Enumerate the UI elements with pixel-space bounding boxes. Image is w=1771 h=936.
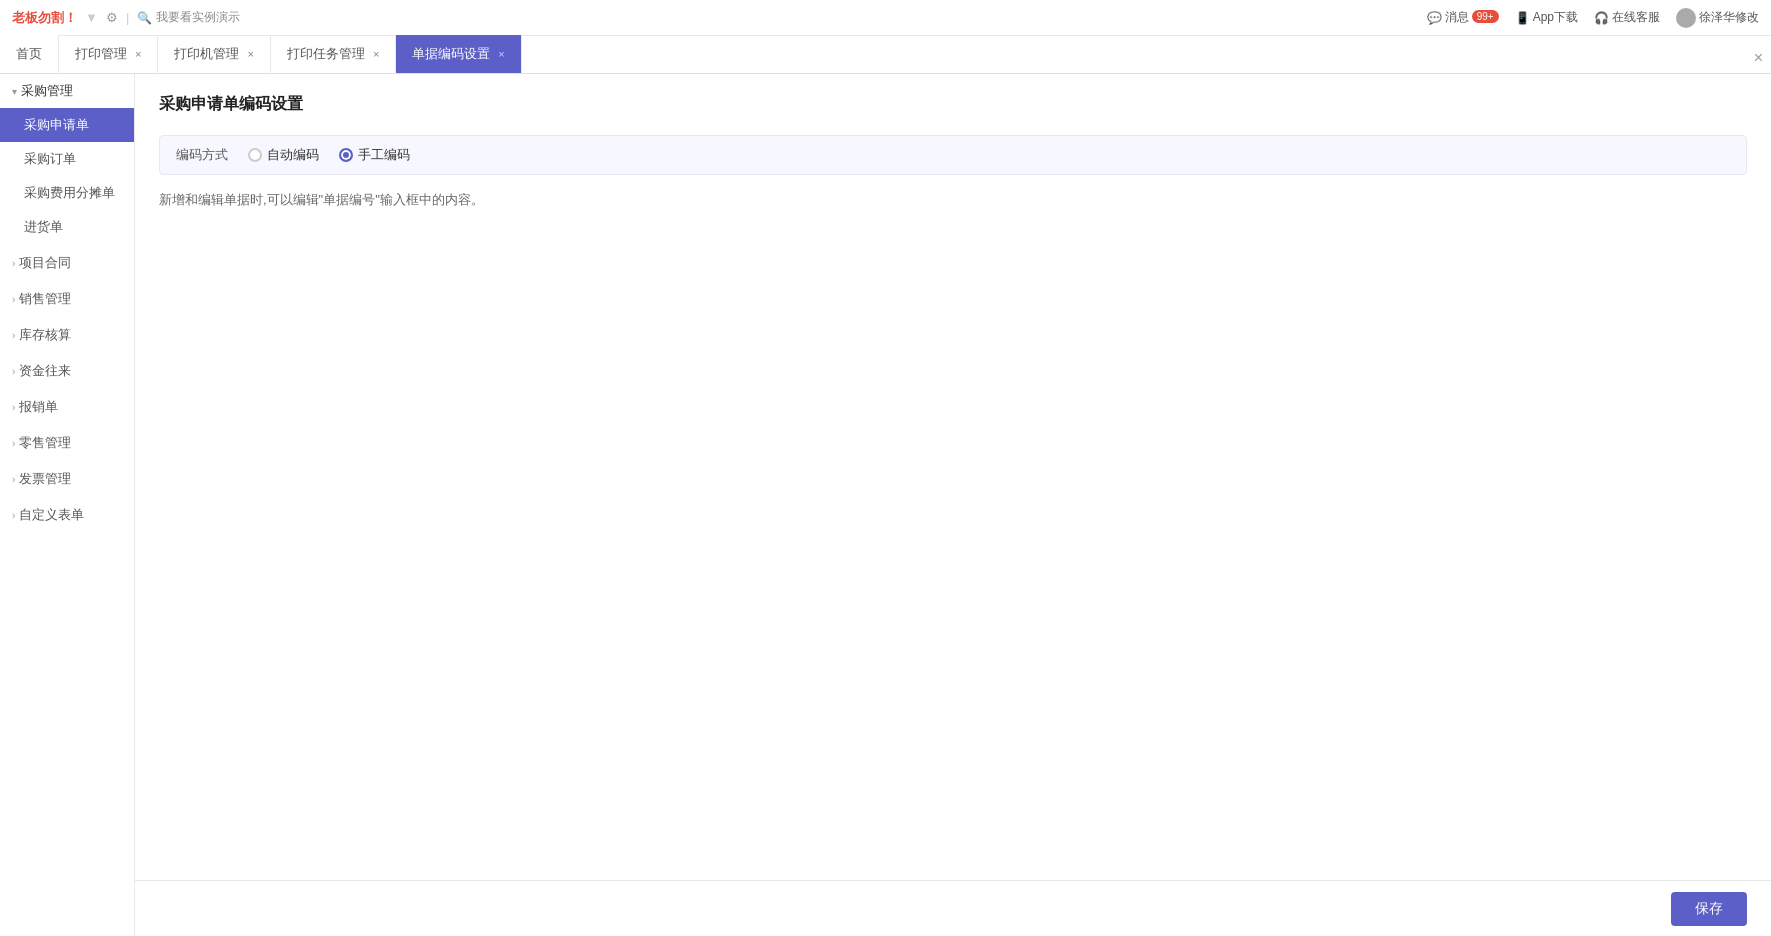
tab-print-task-mgmt[interactable]: 打印任务管理 × (271, 35, 396, 73)
manual-code-label: 手工编码 (358, 146, 410, 164)
tab-print-task-mgmt-label: 打印任务管理 (287, 45, 365, 63)
auto-code-option[interactable]: 自动编码 (248, 146, 319, 164)
sidebar-item-purchase-order-label: 采购订单 (24, 151, 76, 166)
tab-printer-mgmt[interactable]: 打印机管理 × (158, 35, 270, 73)
sidebar-group-project: › 项目合同 (0, 246, 134, 280)
tab-printer-mgmt-label: 打印机管理 (174, 45, 239, 63)
finance-collapse-icon: › (12, 366, 15, 377)
sidebar-group-invoice: › 发票管理 (0, 462, 134, 496)
tab-barcode-setting-label: 单据编码设置 (412, 45, 490, 63)
sidebar-group-reimbursement-label: 报销单 (19, 398, 58, 416)
tab-close-printer-mgmt[interactable]: × (247, 48, 253, 60)
reimbursement-collapse-icon: › (12, 402, 15, 413)
sidebar-item-purchase-request[interactable]: 采购申请单 (0, 108, 134, 142)
page-title: 采购申请单编码设置 (159, 94, 1747, 115)
content-inner: 采购申请单编码设置 编码方式 自动编码 手工编码 新增和编辑单据时,可以编辑"单… (135, 74, 1771, 880)
app-download-item[interactable]: 📱 App下载 (1515, 9, 1578, 26)
sidebar-group-retail: › 零售管理 (0, 426, 134, 460)
sidebar-item-purchase-request-label: 采购申请单 (24, 117, 89, 132)
sidebar-group-sales-header[interactable]: › 销售管理 (0, 282, 134, 316)
coding-method-label: 编码方式 (176, 146, 228, 164)
sidebar-item-purchase-receipt[interactable]: 进货单 (0, 210, 134, 244)
sidebar-group-sales-label: 销售管理 (19, 290, 71, 308)
search-icon: 🔍 (137, 11, 152, 25)
search-text: 我要看实例演示 (156, 9, 240, 26)
sidebar-group-project-label: 项目合同 (19, 254, 71, 272)
divider2: | (126, 10, 129, 25)
tab-print-mgmt-label: 打印管理 (75, 45, 127, 63)
phone-icon: 📱 (1515, 11, 1530, 25)
content-footer: 保存 (135, 880, 1771, 936)
tab-print-mgmt[interactable]: 打印管理 × (59, 35, 158, 73)
sidebar-group-reimbursement-header[interactable]: › 报销单 (0, 390, 134, 424)
sidebar-item-purchase-order[interactable]: 采购订单 (0, 142, 134, 176)
sidebar-group-purchase: ▾ 采购管理 采购申请单 采购订单 采购费用分摊单 进货单 (0, 74, 134, 244)
message-label: 消息 (1445, 9, 1469, 26)
sidebar: ▾ 采购管理 采购申请单 采购订单 采购费用分摊单 进货单 › 项目合同 (0, 74, 135, 936)
sidebar-item-purchase-receipt-label: 进货单 (24, 219, 63, 234)
invoice-collapse-icon: › (12, 474, 15, 485)
tab-close-print-task-mgmt[interactable]: × (373, 48, 379, 60)
message-item[interactable]: 💬 消息 99+ (1427, 9, 1499, 26)
sidebar-group-sales: › 销售管理 (0, 282, 134, 316)
tab-bar: 首页 打印管理 × 打印机管理 × 打印任务管理 × 单据编码设置 × (0, 36, 1771, 74)
online-service-label: 在线客服 (1612, 9, 1660, 26)
sidebar-group-invoice-header[interactable]: › 发票管理 (0, 462, 134, 496)
retail-collapse-icon: › (12, 438, 15, 449)
sidebar-group-finance-label: 资金往来 (19, 362, 71, 380)
tab-barcode-setting[interactable]: 单据编码设置 × (396, 35, 521, 73)
manual-code-radio[interactable] (339, 148, 353, 162)
sidebar-group-custom-form-label: 自定义表单 (19, 506, 84, 524)
sidebar-group-retail-header[interactable]: › 零售管理 (0, 426, 134, 460)
sidebar-group-finance-header[interactable]: › 资金往来 (0, 354, 134, 388)
save-button[interactable]: 保存 (1671, 892, 1747, 926)
manual-code-option[interactable]: 手工编码 (339, 146, 410, 164)
tab-home-label: 首页 (16, 45, 42, 63)
auto-code-radio[interactable] (248, 148, 262, 162)
sidebar-item-purchase-expense[interactable]: 采购费用分摊单 (0, 176, 134, 210)
sidebar-group-custom-form: › 自定义表单 (0, 498, 134, 532)
sidebar-group-custom-form-header[interactable]: › 自定义表单 (0, 498, 134, 532)
sidebar-item-purchase-expense-label: 采购费用分摊单 (24, 185, 115, 200)
tab-close-print-mgmt[interactable]: × (135, 48, 141, 60)
message-icon: 💬 (1427, 11, 1442, 25)
global-close-button[interactable]: × (1754, 50, 1763, 66)
purchase-collapse-icon: ▾ (12, 86, 17, 97)
sidebar-group-project-header[interactable]: › 项目合同 (0, 246, 134, 280)
project-collapse-icon: › (12, 258, 15, 269)
sidebar-group-finance: › 资金往来 (0, 354, 134, 388)
tab-close-barcode-setting[interactable]: × (498, 48, 504, 60)
hint-text: 新增和编辑单据时,可以编辑"单据编号"输入框中的内容。 (159, 191, 1747, 209)
main-layout: ▾ 采购管理 采购申请单 采购订单 采购费用分摊单 进货单 › 项目合同 (0, 74, 1771, 936)
app-download-label: App下载 (1533, 9, 1578, 26)
search-bar[interactable]: 🔍 我要看实例演示 (137, 9, 240, 26)
app-logo: 老板勿割！ (12, 9, 77, 27)
content-area: 采购申请单编码设置 编码方式 自动编码 手工编码 新增和编辑单据时,可以编辑"单… (135, 74, 1771, 936)
top-bar: 老板勿割！ ▼ ⚙ | 🔍 我要看实例演示 💬 消息 99+ 📱 App下载 🎧… (0, 0, 1771, 36)
inventory-collapse-icon: › (12, 330, 15, 341)
auto-code-label: 自动编码 (267, 146, 319, 164)
custom-form-collapse-icon: › (12, 510, 15, 521)
sidebar-group-purchase-label: 采购管理 (21, 82, 73, 100)
top-bar-left: 老板勿割！ ▼ ⚙ | 🔍 我要看实例演示 (12, 9, 240, 27)
tab-home[interactable]: 首页 (0, 35, 59, 73)
user-item[interactable]: 徐泽华修改 (1676, 8, 1759, 28)
headset-icon: 🎧 (1594, 11, 1609, 25)
sidebar-group-purchase-header[interactable]: ▾ 采购管理 (0, 74, 134, 108)
settings-icon[interactable]: ⚙ (106, 10, 118, 25)
user-name: 徐泽华修改 (1699, 9, 1759, 26)
coding-method-section: 编码方式 自动编码 手工编码 (159, 135, 1747, 175)
sidebar-group-invoice-label: 发票管理 (19, 470, 71, 488)
sales-collapse-icon: › (12, 294, 15, 305)
sidebar-group-retail-label: 零售管理 (19, 434, 71, 452)
sidebar-group-inventory: › 库存核算 (0, 318, 134, 352)
divider: ▼ (85, 10, 98, 25)
sidebar-group-inventory-header[interactable]: › 库存核算 (0, 318, 134, 352)
top-bar-right: 💬 消息 99+ 📱 App下载 🎧 在线客服 徐泽华修改 (1427, 8, 1759, 28)
user-avatar (1676, 8, 1696, 28)
sidebar-group-inventory-label: 库存核算 (19, 326, 71, 344)
message-badge: 99+ (1472, 10, 1499, 23)
online-service-item[interactable]: 🎧 在线客服 (1594, 9, 1660, 26)
sidebar-group-reimbursement: › 报销单 (0, 390, 134, 424)
